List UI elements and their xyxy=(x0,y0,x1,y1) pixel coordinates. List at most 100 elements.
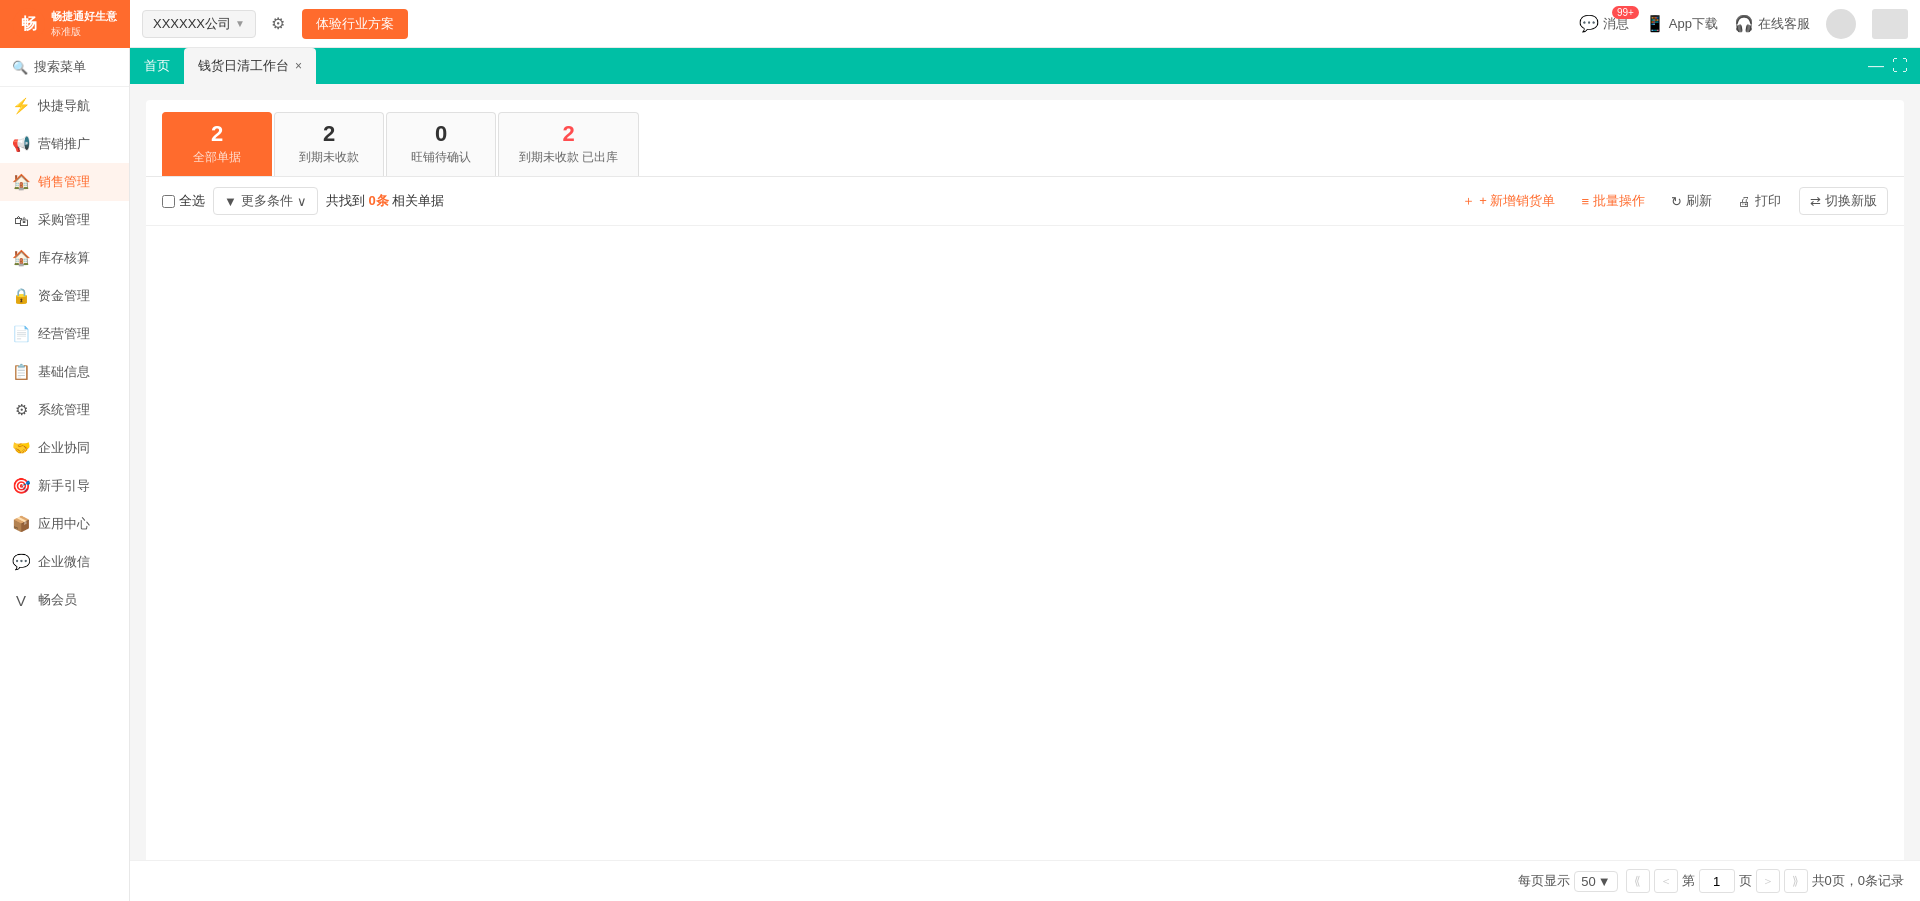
stat-label-overdue-unshipped: 到期未收款 已出库 xyxy=(519,149,618,166)
sidebar-icon-enterprise: 🤝 xyxy=(12,439,30,457)
sidebar-item-app-center[interactable]: 📦 应用中心 xyxy=(0,505,129,543)
search-label: 搜索菜单 xyxy=(34,58,86,76)
sidebar-icon-basic-info: 📋 xyxy=(12,363,30,381)
online-service-action[interactable]: 🎧 在线客服 xyxy=(1734,14,1810,33)
switch-version-button[interactable]: ⇄ 切换新版 xyxy=(1799,187,1888,215)
chevron-down-icon: ▼ xyxy=(235,18,245,29)
sidebar-icon-app-center: 📦 xyxy=(12,515,30,533)
message-badge: 99+ xyxy=(1612,6,1639,19)
nav-tab-actions: — ⛶ xyxy=(1868,57,1920,75)
toolbar-right: ＋ + 新增销货单 ≡ 批量操作 ↻ 刷新 🖨 打印 ⇄ 切换新版 xyxy=(1454,187,1888,215)
stat-tab-overdue-unpaid[interactable]: 2 到期未收款 xyxy=(274,112,384,176)
tab-close-icon[interactable]: × xyxy=(295,59,302,73)
table-area xyxy=(146,226,1904,726)
stat-number-overdue-unpaid: 2 xyxy=(295,121,363,147)
sidebar-item-purchase[interactable]: 🛍采购管理 xyxy=(0,201,129,239)
search-icon: 🔍 xyxy=(12,60,28,75)
prev-page-button[interactable]: ＜ xyxy=(1654,869,1678,893)
found-info: 共找到 0条 相关单据 xyxy=(326,192,444,210)
stat-tab-overdue-unshipped[interactable]: 2 到期未收款 已出库 xyxy=(498,112,639,176)
refresh-icon: ↻ xyxy=(1671,194,1682,209)
sidebar-icon-operations: 📄 xyxy=(12,325,30,343)
pagination: 每页显示 50 ▼ ⟪ ＜ 第 页 ＞ ⟫ 共0页，0条记录 xyxy=(130,860,1920,901)
plus-icon: ＋ xyxy=(1462,192,1475,210)
sidebar-item-operations[interactable]: 📄经营管理 xyxy=(0,315,129,353)
sidebar-icon-sales: 🏠 xyxy=(12,173,30,191)
stat-tab-pending-confirm[interactable]: 0 旺铺待确认 xyxy=(386,112,496,176)
refresh-button[interactable]: ↻ 刷新 xyxy=(1663,188,1720,214)
sidebar-icon-wechat: 💬 xyxy=(12,553,30,571)
stat-label-all: 全部单据 xyxy=(183,149,251,166)
stat-label-pending-confirm: 旺铺待确认 xyxy=(407,149,475,166)
sidebar-icon-member: V xyxy=(12,591,30,609)
stat-label-overdue-unpaid: 到期未收款 xyxy=(295,149,363,166)
first-page-button[interactable]: ⟪ xyxy=(1626,869,1650,893)
tab-active[interactable]: 钱货日清工作台 × xyxy=(184,48,316,84)
select-chevron-icon: ▼ xyxy=(1598,874,1611,889)
sidebar-item-finance[interactable]: 🔒 资金管理 xyxy=(0,277,129,315)
sidebar-item-marketing[interactable]: 📢 营销推广 xyxy=(0,125,129,163)
sidebar-item-enterprise[interactable]: 🤝 企业协同 xyxy=(0,429,129,467)
sidebar-label-member: 畅会员 xyxy=(38,591,77,609)
stat-number-overdue-unshipped: 2 xyxy=(519,121,618,147)
maximize-icon[interactable]: ⛶ xyxy=(1892,57,1908,75)
sidebar-label-wechat: 企业微信 xyxy=(38,553,90,571)
sidebar-icon-system: ⚙ xyxy=(12,401,30,419)
next-page-button[interactable]: ＞ xyxy=(1756,869,1780,893)
sidebar-item-sales[interactable]: 🏠 销售管理 xyxy=(0,163,129,201)
sidebar-icon-quick-nav: ⚡ xyxy=(12,97,30,115)
sidebar: 🔍 搜索菜单 ⚡ 快捷导航 📢 营销推广 🏠 销售管理 🛍采购管理🏠库存核算 🔒 资金管理 📄经营… xyxy=(0,48,130,901)
home-tab-label: 首页 xyxy=(144,57,170,75)
last-page-button[interactable]: ⟫ xyxy=(1784,869,1808,893)
batch-operation-button[interactable]: ≡ 批量操作 xyxy=(1573,188,1653,214)
trial-button[interactable]: 体验行业方案 xyxy=(302,9,408,39)
app-download-label: App下载 xyxy=(1669,15,1718,33)
print-icon: 🖨 xyxy=(1738,194,1751,209)
content-panel: 2 全部单据 2 到期未收款 0 旺铺待确认 2 到期未收款 已出库 全选 ▼ … xyxy=(146,100,1904,885)
sidebar-icon-finance: 🔒 xyxy=(12,287,30,305)
sidebar-item-system[interactable]: ⚙系统管理 xyxy=(0,391,129,429)
sidebar-icon-purchase: 🛍 xyxy=(12,211,30,229)
avatar[interactable] xyxy=(1826,9,1856,39)
sidebar-label-basic-info: 基础信息 xyxy=(38,363,90,381)
print-button[interactable]: 🖨 打印 xyxy=(1730,188,1789,214)
sidebar-item-guide[interactable]: 🎯新手引导 xyxy=(0,467,129,505)
sidebar-label-app-center: 应用中心 xyxy=(38,515,90,533)
page-size-select-box[interactable]: 50 ▼ xyxy=(1574,871,1617,892)
sidebar-icon-guide: 🎯 xyxy=(12,477,30,495)
sidebar-icon-marketing: 📢 xyxy=(12,135,30,153)
search-menu[interactable]: 🔍 搜索菜单 xyxy=(0,48,129,87)
select-all-checkbox[interactable] xyxy=(162,195,175,208)
filter-button[interactable]: ▼ 更多条件 ∨ xyxy=(213,187,318,215)
filter-chevron: ∨ xyxy=(297,194,307,209)
sidebar-label-enterprise: 企业协同 xyxy=(38,439,90,457)
sidebar-item-quick-nav[interactable]: ⚡ 快捷导航 xyxy=(0,87,129,125)
switch-icon: ⇄ xyxy=(1810,194,1821,209)
nav-tabs: 首页 钱货日清工作台 × — ⛶ xyxy=(130,48,1920,84)
tab-home[interactable]: 首页 xyxy=(130,48,184,84)
username xyxy=(1872,9,1908,39)
stat-number-all: 2 xyxy=(183,121,251,147)
sidebar-label-marketing: 营销推广 xyxy=(38,135,90,153)
sidebar-label-quick-nav: 快捷导航 xyxy=(38,97,90,115)
company-selector[interactable]: XXXXXX公司 ▼ xyxy=(142,10,256,38)
add-sales-order-button[interactable]: ＋ + 新增销货单 xyxy=(1454,188,1563,214)
active-tab-label: 钱货日清工作台 xyxy=(198,57,289,75)
logo-text: 畅捷通好生意 标准版 xyxy=(51,9,117,38)
select-all-label[interactable]: 全选 xyxy=(162,192,205,210)
sidebar-item-basic-info[interactable]: 📋 基础信息 xyxy=(0,353,129,391)
total-info: 共0页，0条记录 xyxy=(1812,872,1904,890)
headset-icon: 🎧 xyxy=(1734,14,1754,33)
stat-tab-all[interactable]: 2 全部单据 xyxy=(162,112,272,176)
page-number-input[interactable] xyxy=(1699,869,1735,893)
sidebar-item-member[interactable]: V 畅会员 xyxy=(0,581,129,619)
settings-icon[interactable]: ⚙ xyxy=(262,8,294,40)
sidebar-label-sales: 销售管理 xyxy=(38,173,90,191)
sidebar-item-inventory[interactable]: 🏠库存核算 xyxy=(0,239,129,277)
sidebar-item-wechat[interactable]: 💬 企业微信 xyxy=(0,543,129,581)
message-action[interactable]: 💬 消息 99+ xyxy=(1579,14,1629,33)
minimize-icon[interactable]: — xyxy=(1868,57,1884,75)
message-icon: 💬 xyxy=(1579,14,1599,33)
sidebar-label-finance: 资金管理 xyxy=(38,287,90,305)
app-download-action[interactable]: 📱 App下载 xyxy=(1645,14,1718,33)
